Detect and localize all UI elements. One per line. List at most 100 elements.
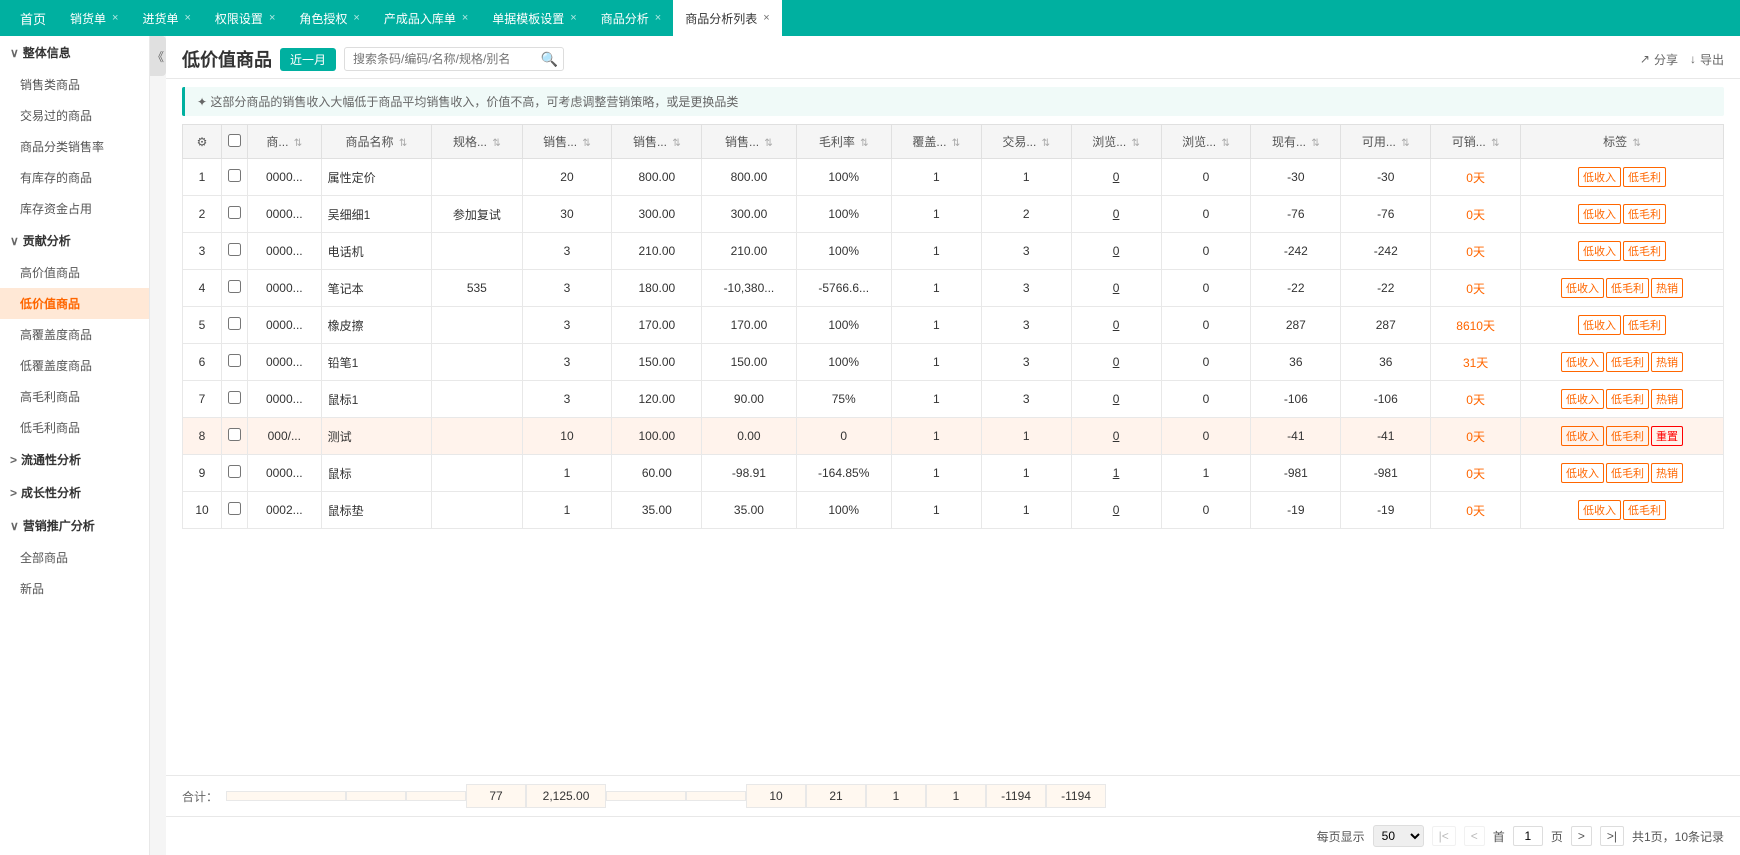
sidebar-group-growth[interactable]: > 成长性分析: [0, 476, 149, 509]
view1-link[interactable]: 0: [1113, 244, 1120, 258]
nav-item-sales[interactable]: 销货单 ×: [58, 0, 130, 36]
nav-item-role[interactable]: 角色授权 ×: [287, 0, 371, 36]
close-icon[interactable]: ×: [655, 12, 661, 24]
page-number-input[interactable]: [1513, 826, 1543, 846]
export-button[interactable]: ↓ 导出: [1690, 51, 1724, 68]
col-stock-available[interactable]: 可用... ⇅: [1341, 125, 1431, 159]
sidebar-item-low-coverage[interactable]: 低覆盖度商品: [0, 350, 149, 381]
header-actions: ↗ 分享 ↓ 导出: [1640, 51, 1724, 68]
col-settings[interactable]: ⚙: [183, 125, 222, 159]
sidebar-collapse-button[interactable]: 《: [150, 36, 166, 76]
row-checkbox[interactable]: [228, 502, 241, 515]
row-coverage: 1: [891, 233, 981, 270]
col-view2[interactable]: 浏览... ⇅: [1161, 125, 1251, 159]
row-view1: 0: [1071, 307, 1161, 344]
sidebar-item-in-stock-products[interactable]: 有库存的商品: [0, 162, 149, 193]
col-tags[interactable]: 标签 ⇅: [1521, 125, 1724, 159]
last-page-button[interactable]: >|: [1600, 826, 1624, 846]
sidebar-item-traded-products[interactable]: 交易过的商品: [0, 100, 149, 131]
col-name[interactable]: 商品名称 ⇅: [321, 125, 432, 159]
select-all-checkbox[interactable]: [228, 134, 241, 147]
nav-item-permission[interactable]: 权限设置 ×: [203, 0, 287, 36]
row-checkbox[interactable]: [228, 169, 241, 182]
col-spec[interactable]: 规格... ⇅: [432, 125, 522, 159]
row-checkbox[interactable]: [228, 280, 241, 293]
prev-page-button[interactable]: <: [1464, 826, 1485, 846]
nav-item-stock-in[interactable]: 产成品入库单 ×: [372, 0, 480, 36]
share-button[interactable]: ↗ 分享: [1640, 51, 1678, 68]
close-icon[interactable]: ×: [112, 12, 118, 24]
per-page-select[interactable]: 50 100 200: [1373, 825, 1424, 847]
view1-link[interactable]: 0: [1113, 170, 1120, 184]
view1-link[interactable]: 0: [1113, 429, 1120, 443]
row-checkbox[interactable]: [228, 465, 241, 478]
row-sales-amount: 60.00: [612, 455, 702, 492]
tag: 低毛利: [1623, 241, 1666, 261]
row-view2: 0: [1161, 233, 1251, 270]
sidebar-item-low-margin[interactable]: 低毛利商品: [0, 412, 149, 443]
row-code: 0000...: [248, 159, 322, 196]
close-icon[interactable]: ×: [763, 12, 769, 24]
sidebar-group-marketing[interactable]: ∨ 营销推广分析: [0, 509, 149, 542]
search-icon[interactable]: 🔍: [541, 51, 558, 68]
sidebar-item-high-margin[interactable]: 高毛利商品: [0, 381, 149, 412]
col-sales-qty[interactable]: 销售... ⇅: [522, 125, 612, 159]
view1-link[interactable]: 0: [1113, 392, 1120, 406]
sidebar-group-liquidity[interactable]: > 流通性分析: [0, 443, 149, 476]
row-sales-cost: 0.00: [702, 418, 796, 455]
nav-item-product-analysis-list[interactable]: 商品分析列表 ×: [673, 0, 781, 36]
sidebar-group-contribution[interactable]: ∨ 贡献分析: [0, 224, 149, 257]
close-icon[interactable]: ×: [353, 12, 359, 24]
row-checkbox[interactable]: [228, 391, 241, 404]
close-icon[interactable]: ×: [269, 12, 275, 24]
col-sales-amount[interactable]: 销售... ⇅: [612, 125, 702, 159]
col-code[interactable]: 商... ⇅: [248, 125, 322, 159]
view1-link[interactable]: 1: [1113, 466, 1120, 480]
sidebar-item-new-products[interactable]: 新品: [0, 573, 149, 604]
view1-link[interactable]: 0: [1113, 207, 1120, 221]
first-page-button[interactable]: |<: [1432, 826, 1456, 846]
close-icon[interactable]: ×: [184, 12, 190, 24]
row-stock-available: -22: [1341, 270, 1431, 307]
close-icon[interactable]: ×: [570, 12, 576, 24]
search-input[interactable]: [344, 47, 564, 71]
col-margin[interactable]: 毛利率 ⇅: [796, 125, 891, 159]
sidebar-item-sales-products[interactable]: 销售类商品: [0, 69, 149, 100]
sidebar-group-overall[interactable]: ∨ 整体信息: [0, 36, 149, 69]
nav-item-product-analysis[interactable]: 商品分析 ×: [589, 0, 673, 36]
close-icon[interactable]: ×: [462, 12, 468, 24]
row-sales-qty: 3: [522, 233, 612, 270]
sidebar-item-high-value[interactable]: 高价值商品: [0, 257, 149, 288]
sidebar-item-stock-capital[interactable]: 库存资金占用: [0, 193, 149, 224]
row-checkbox[interactable]: [228, 428, 241, 441]
next-page-button[interactable]: >: [1571, 826, 1592, 846]
col-view1[interactable]: 浏览... ⇅: [1071, 125, 1161, 159]
sidebar-item-category-sales-rate[interactable]: 商品分类销售率: [0, 131, 149, 162]
row-checkbox[interactable]: [228, 243, 241, 256]
view1-link[interactable]: 0: [1113, 355, 1120, 369]
row-checkbox[interactable]: [228, 206, 241, 219]
col-sales-cost[interactable]: 销售... ⇅: [702, 125, 796, 159]
row-spec: [432, 233, 522, 270]
col-stock-saleable[interactable]: 可销... ⇅: [1431, 125, 1521, 159]
nav-item-template[interactable]: 单据模板设置 ×: [480, 0, 588, 36]
nav-item-home[interactable]: 首页: [8, 0, 58, 36]
row-checkbox[interactable]: [228, 354, 241, 367]
col-transaction[interactable]: 交易... ⇅: [981, 125, 1071, 159]
col-stock-current[interactable]: 现有... ⇅: [1251, 125, 1341, 159]
filter-recent-button[interactable]: 近一月: [280, 48, 336, 71]
col-coverage[interactable]: 覆盖... ⇅: [891, 125, 981, 159]
table-row: 3 0000... 电话机 3 210.00 210.00 100% 1 3 0…: [183, 233, 1724, 270]
row-sales-cost: 300.00: [702, 196, 796, 233]
sidebar-item-low-value[interactable]: 低价值商品: [0, 288, 149, 319]
nav-item-purchase[interactable]: 进货单 ×: [130, 0, 202, 36]
view1-link[interactable]: 0: [1113, 503, 1120, 517]
sidebar-item-high-coverage[interactable]: 高覆盖度商品: [0, 319, 149, 350]
row-name: 笔记本: [321, 270, 432, 307]
sidebar-item-all-products[interactable]: 全部商品: [0, 542, 149, 573]
row-margin: 100%: [796, 307, 891, 344]
row-coverage: 1: [891, 492, 981, 529]
row-checkbox[interactable]: [228, 317, 241, 330]
view1-link[interactable]: 0: [1113, 318, 1120, 332]
view1-link[interactable]: 0: [1113, 281, 1120, 295]
